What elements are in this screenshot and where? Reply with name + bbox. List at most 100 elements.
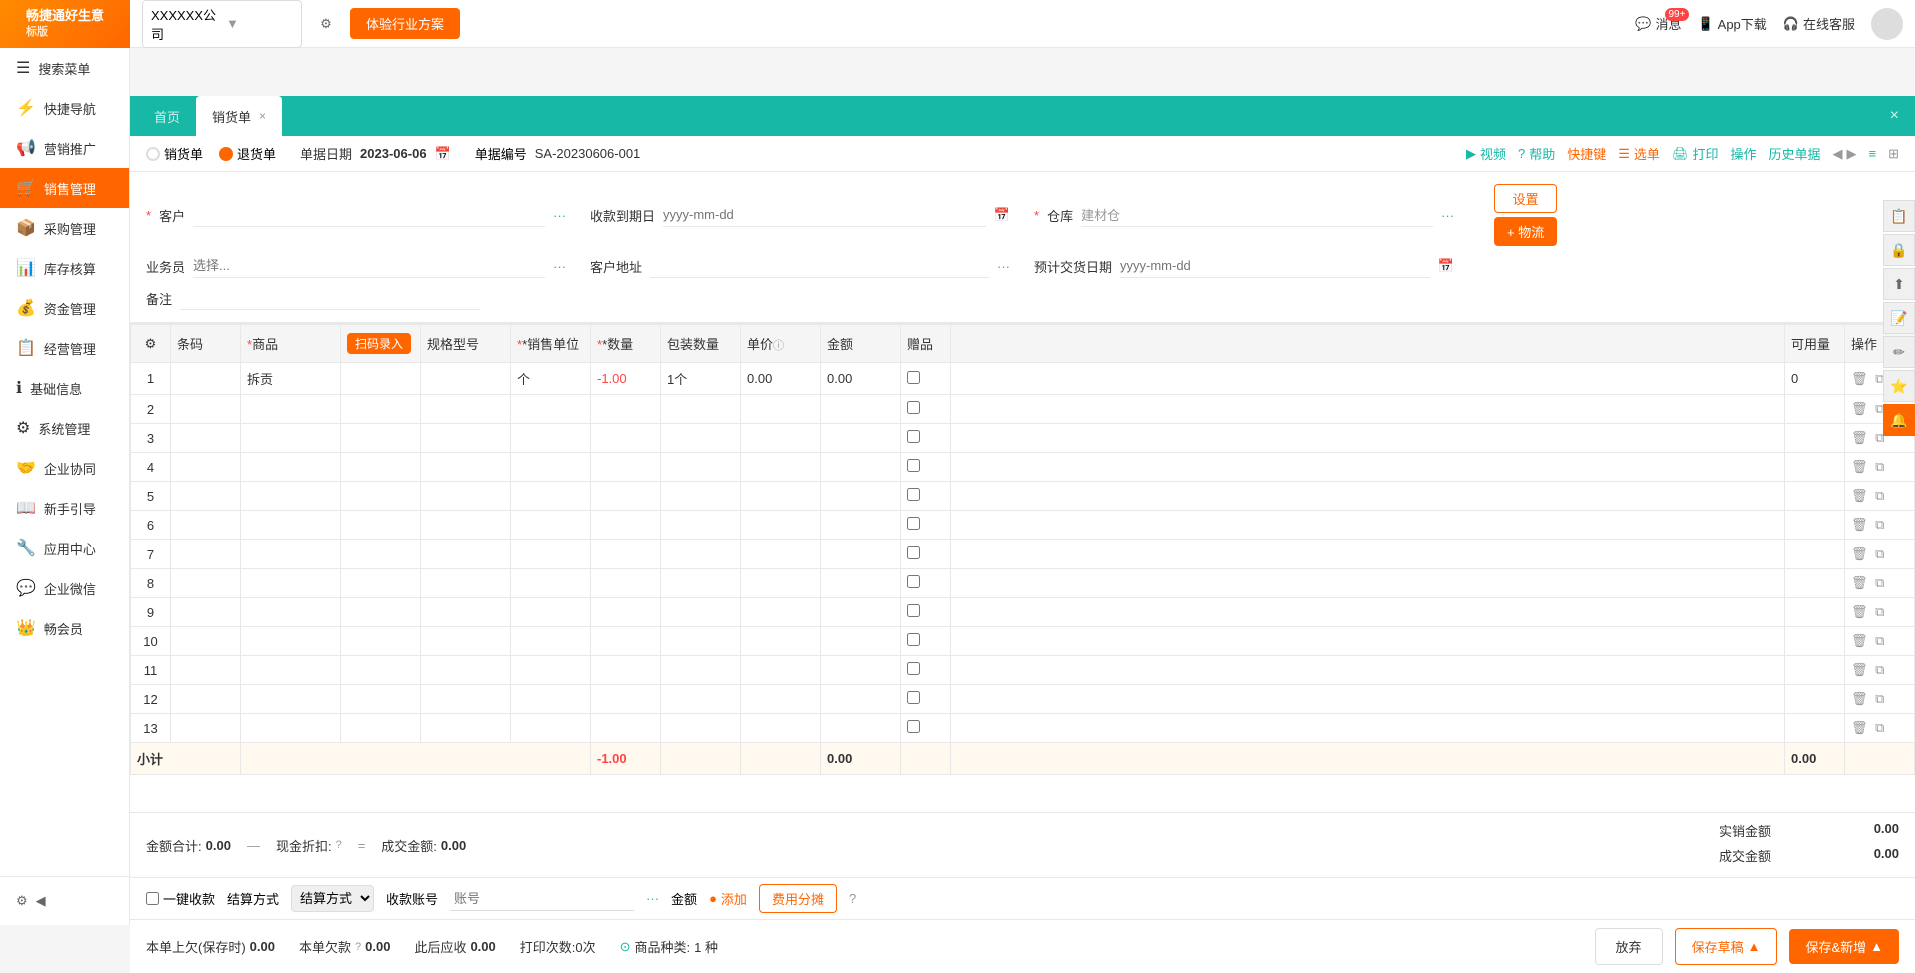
row-gift[interactable] <box>901 453 951 482</box>
copy-icon[interactable]: ⧉ <box>1875 691 1884 706</box>
help-link[interactable]: ? 帮助 <box>1518 144 1555 163</box>
payment-help-icon[interactable]: ? <box>849 891 856 906</box>
row-product[interactable] <box>241 395 341 424</box>
row-unit[interactable] <box>511 714 591 743</box>
row-pkgqty[interactable] <box>661 598 741 627</box>
account-more-icon[interactable]: ··· <box>646 891 659 906</box>
row-barcode[interactable] <box>171 540 241 569</box>
expected-calendar-icon[interactable]: 📅 <box>1438 258 1454 274</box>
row-price[interactable] <box>741 511 821 540</box>
row-spec[interactable] <box>421 714 511 743</box>
row-price[interactable] <box>741 453 821 482</box>
row-unit[interactable] <box>511 569 591 598</box>
row-pkgqty[interactable] <box>661 482 741 511</box>
account-input[interactable] <box>450 887 634 911</box>
sidebar-item-wechat[interactable]: 💬 企业微信 <box>0 568 129 608</box>
row-pkgqty[interactable] <box>661 453 741 482</box>
settlement-select[interactable]: 结算方式 <box>291 885 374 912</box>
row-remark[interactable] <box>951 598 1785 627</box>
row-amount[interactable] <box>821 627 901 656</box>
sidebar-item-vip[interactable]: 👑 畅会员 <box>0 608 129 648</box>
row-barcode[interactable] <box>171 714 241 743</box>
row-qty[interactable] <box>591 685 661 714</box>
delete-icon[interactable]: 🗑 <box>1851 604 1868 619</box>
delete-icon[interactable]: 🗑 <box>1851 371 1868 386</box>
row-gift[interactable] <box>901 685 951 714</box>
row-amount[interactable] <box>821 511 901 540</box>
row-amount[interactable] <box>821 453 901 482</box>
row-spec[interactable] <box>421 569 511 598</box>
row-amount[interactable] <box>821 598 901 627</box>
user-avatar[interactable] <box>1871 8 1903 40</box>
row-product[interactable] <box>241 569 341 598</box>
row-gift[interactable] <box>901 569 951 598</box>
customer-more-icon[interactable]: ··· <box>553 208 566 223</box>
row-barcode[interactable] <box>171 395 241 424</box>
discard-btn[interactable]: 放弃 <box>1595 928 1663 965</box>
salesperson-more-icon[interactable]: ··· <box>553 259 566 274</box>
row-remark[interactable] <box>951 627 1785 656</box>
row-amount[interactable] <box>821 424 901 453</box>
row-qty[interactable] <box>591 482 661 511</box>
delete-icon[interactable]: 🗑 <box>1851 691 1868 706</box>
settings-btn[interactable]: 设置 <box>1494 184 1557 213</box>
settings-button[interactable]: ⚙ <box>310 8 342 40</box>
row-barcode[interactable] <box>171 482 241 511</box>
row-qty[interactable] <box>591 569 661 598</box>
row-remark[interactable] <box>951 540 1785 569</box>
row-qty[interactable] <box>591 395 661 424</box>
row-unit[interactable] <box>511 685 591 714</box>
select-link[interactable]: ☰ 选单 <box>1618 144 1660 163</box>
tab-bar-close-btn[interactable]: × <box>1882 107 1907 125</box>
copy-icon[interactable]: ⧉ <box>1875 662 1884 677</box>
float-btn-3[interactable]: ⬆ <box>1883 268 1915 300</box>
row-barcode[interactable] <box>171 627 241 656</box>
delete-icon[interactable]: 🗑 <box>1851 459 1868 474</box>
logistics-btn[interactable]: + 物流 <box>1494 217 1557 246</box>
sidebar-item-basic-info[interactable]: ℹ 基础信息 <box>0 368 129 408</box>
row-gift[interactable] <box>901 656 951 685</box>
tab-sales-order[interactable]: 销货单 × <box>196 96 282 136</box>
row-product[interactable] <box>241 656 341 685</box>
row-product[interactable] <box>241 685 341 714</box>
row-pkgqty[interactable] <box>661 569 741 598</box>
row-remark[interactable] <box>951 395 1785 424</box>
sidebar-item-sales[interactable]: 🛒 销售管理 <box>0 168 129 208</box>
sidebar-item-quick-nav[interactable]: ⚡ 快捷导航 <box>0 88 129 128</box>
row-gift[interactable] <box>901 511 951 540</box>
row-unit[interactable] <box>511 511 591 540</box>
row-gift[interactable] <box>901 540 951 569</box>
list-view-icon[interactable]: ≡ <box>1869 146 1877 161</box>
row-price[interactable] <box>741 482 821 511</box>
gift-checkbox[interactable] <box>907 488 920 501</box>
discount-help-icon[interactable]: ? <box>336 839 342 851</box>
row-pkgqty[interactable]: 1个 <box>661 363 741 395</box>
row-gift[interactable] <box>901 598 951 627</box>
row-remark[interactable] <box>951 482 1785 511</box>
row-price[interactable] <box>741 598 821 627</box>
row-product[interactable] <box>241 482 341 511</box>
expense-split-btn[interactable]: 费用分摊 <box>759 884 837 913</box>
row-qty[interactable] <box>591 511 661 540</box>
row-spec[interactable] <box>421 656 511 685</box>
row-product[interactable] <box>241 424 341 453</box>
row-price[interactable] <box>741 395 821 424</box>
save-new-btn[interactable]: 保存&新增 ▲ <box>1789 929 1899 964</box>
float-btn-6[interactable]: ⭐ <box>1883 370 1915 402</box>
row-gift[interactable] <box>901 395 951 424</box>
sidebar-item-purchase[interactable]: 📦 采购管理 <box>0 208 129 248</box>
row-pkgqty[interactable] <box>661 395 741 424</box>
gift-checkbox[interactable] <box>907 633 920 646</box>
row-qty[interactable] <box>591 656 661 685</box>
gift-checkbox[interactable] <box>907 430 920 443</box>
sidebar-item-apps[interactable]: 🔧 应用中心 <box>0 528 129 568</box>
row-gift[interactable] <box>901 424 951 453</box>
gift-checkbox[interactable] <box>907 371 920 384</box>
row-spec[interactable] <box>421 685 511 714</box>
delete-icon[interactable]: 🗑 <box>1851 401 1868 416</box>
row-unit[interactable] <box>511 627 591 656</box>
sidebar-item-guide[interactable]: 📖 新手引导 <box>0 488 129 528</box>
expected-date-input[interactable] <box>1120 254 1430 278</box>
row-amount[interactable] <box>821 482 901 511</box>
row-spec[interactable] <box>421 598 511 627</box>
